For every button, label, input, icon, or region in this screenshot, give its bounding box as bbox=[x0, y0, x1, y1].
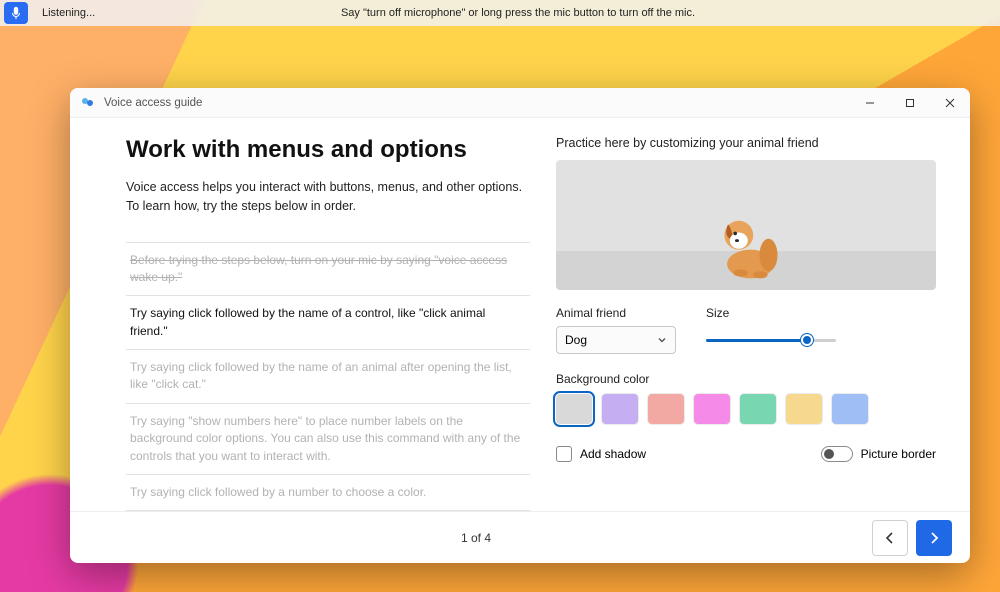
color-swatch[interactable] bbox=[694, 394, 730, 424]
animal-preview bbox=[556, 160, 936, 290]
voice-hint-text: Say "turn off microphone" or long press … bbox=[341, 7, 695, 19]
chevron-right-icon bbox=[927, 531, 941, 545]
close-icon bbox=[945, 98, 955, 108]
slider-thumb[interactable] bbox=[801, 334, 813, 346]
desktop-background: Listening... Say "turn off microphone" o… bbox=[0, 0, 1000, 592]
practice-title: Practice here by customizing your animal… bbox=[556, 136, 936, 150]
chevron-down-icon bbox=[657, 335, 667, 345]
background-color-swatches bbox=[556, 394, 936, 424]
guide-step: Try saying "show numbers here" to place … bbox=[126, 404, 530, 475]
app-icon bbox=[80, 95, 96, 111]
dog-illustration bbox=[701, 192, 791, 282]
color-swatch[interactable] bbox=[740, 394, 776, 424]
size-label: Size bbox=[706, 306, 836, 320]
window-maximize-button[interactable] bbox=[890, 88, 930, 118]
guide-step: Try saying click followed by the name of… bbox=[126, 350, 530, 404]
window-titlebar: Voice access guide bbox=[70, 88, 970, 118]
color-swatch[interactable] bbox=[786, 394, 822, 424]
add-shadow-checkbox[interactable] bbox=[556, 446, 572, 462]
guide-step: Before trying the steps below, turn on y… bbox=[126, 243, 530, 297]
color-swatch[interactable] bbox=[556, 394, 592, 424]
previous-button[interactable] bbox=[872, 520, 908, 556]
animal-friend-select[interactable]: Dog bbox=[556, 326, 676, 354]
picture-border-label: Picture border bbox=[861, 447, 936, 461]
microphone-button[interactable] bbox=[4, 2, 28, 24]
guide-step: Try saying click followed by a number to… bbox=[126, 475, 530, 511]
size-slider[interactable] bbox=[706, 326, 836, 354]
voice-status-text: Listening... bbox=[42, 7, 95, 19]
practice-panel: Practice here by customizing your animal… bbox=[556, 118, 970, 511]
window-minimize-button[interactable] bbox=[850, 88, 890, 118]
guide-heading: Work with menus and options bbox=[126, 136, 530, 164]
window-close-button[interactable] bbox=[930, 88, 970, 118]
maximize-icon bbox=[905, 98, 915, 108]
guide-intro: Voice access helps you interact with but… bbox=[126, 178, 526, 216]
chevron-left-icon bbox=[883, 531, 897, 545]
voice-access-bar: Listening... Say "turn off microphone" o… bbox=[0, 0, 1000, 26]
animal-friend-value: Dog bbox=[565, 333, 587, 347]
voice-access-guide-window: Voice access guide Work with menus and o… bbox=[70, 88, 970, 563]
minimize-icon bbox=[865, 98, 875, 108]
next-button[interactable] bbox=[916, 520, 952, 556]
guide-step: Try saying click followed by the name of… bbox=[126, 296, 530, 350]
color-swatch[interactable] bbox=[648, 394, 684, 424]
add-shadow-label: Add shadow bbox=[580, 447, 646, 461]
color-swatch[interactable] bbox=[832, 394, 868, 424]
slider-fill bbox=[706, 339, 807, 342]
toggle-knob bbox=[824, 449, 834, 459]
page-indicator: 1 of 4 bbox=[461, 531, 491, 545]
window-title: Voice access guide bbox=[104, 97, 202, 109]
animal-friend-label: Animal friend bbox=[556, 306, 676, 320]
background-color-label: Background color bbox=[556, 372, 936, 386]
footer: 1 of 4 bbox=[70, 511, 970, 563]
guide-step-list: Before trying the steps below, turn on y… bbox=[126, 242, 530, 512]
microphone-icon bbox=[10, 6, 22, 20]
guide-panel: Work with menus and options Voice access… bbox=[70, 118, 556, 511]
color-swatch[interactable] bbox=[602, 394, 638, 424]
picture-border-toggle[interactable] bbox=[821, 446, 853, 462]
